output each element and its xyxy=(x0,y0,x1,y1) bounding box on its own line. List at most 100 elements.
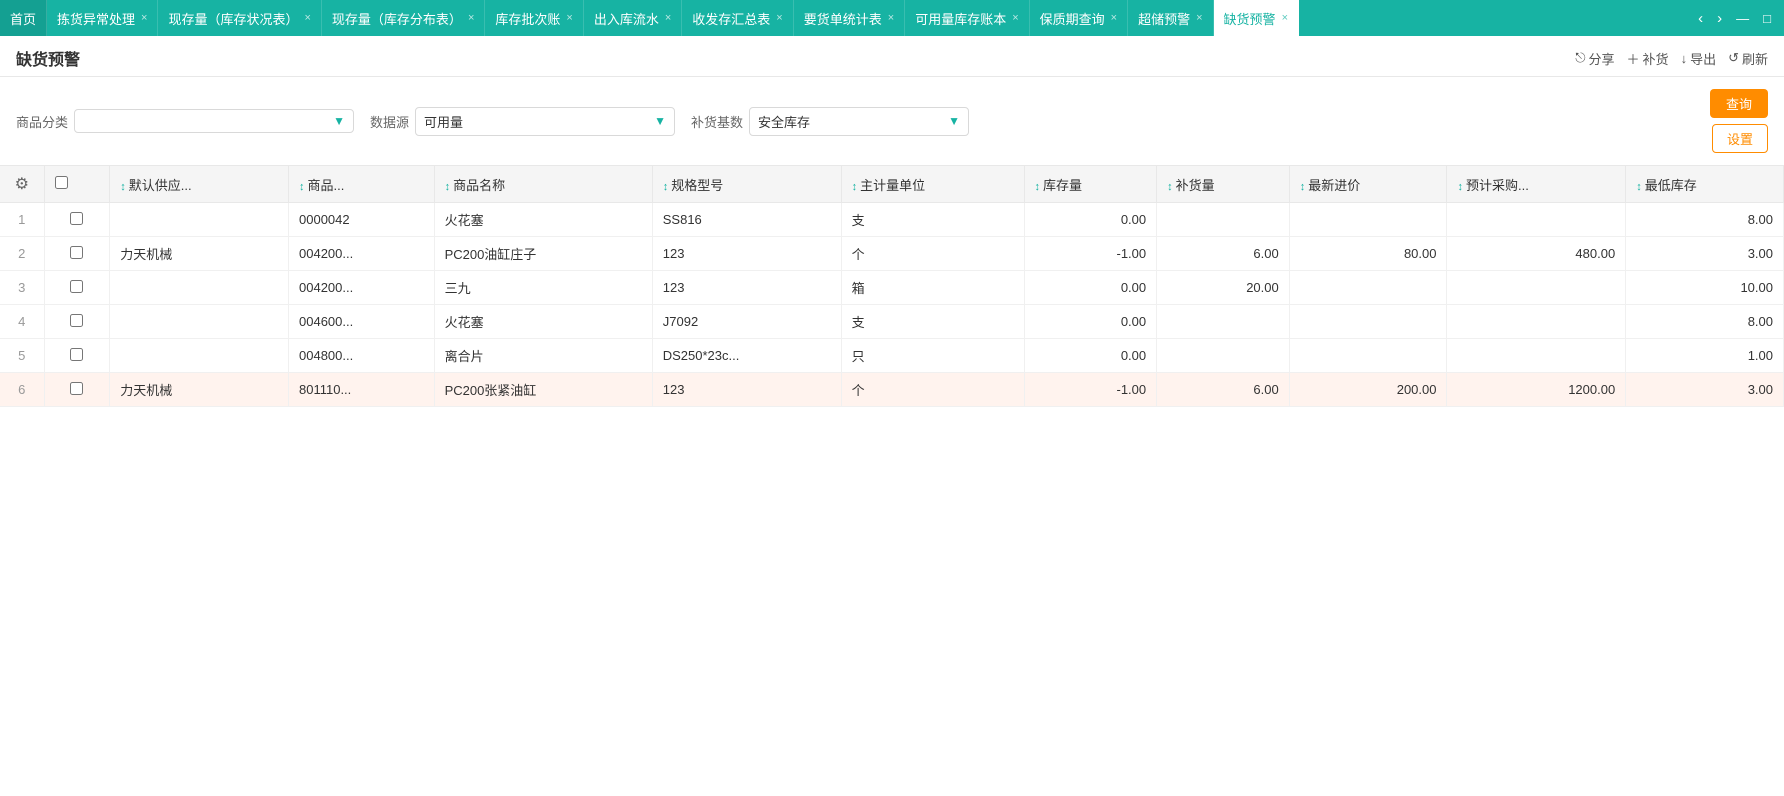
page-title: 缺货预警 xyxy=(16,46,80,70)
cell-spec: DS250*23c... xyxy=(652,339,841,373)
row-checkbox[interactable] xyxy=(70,348,83,361)
row-checkbox[interactable] xyxy=(70,382,83,395)
nav-item[interactable]: 收发存汇总表× xyxy=(682,0,793,36)
cell-spec: SS816 xyxy=(652,203,841,237)
nav-next-button[interactable]: › xyxy=(1712,8,1727,29)
col-header-name[interactable]: ↕商品名称 xyxy=(434,166,652,203)
query-button[interactable]: 查询 xyxy=(1710,89,1768,118)
cell-unit: 支 xyxy=(841,305,1024,339)
category-select[interactable]: ▼ xyxy=(74,109,354,133)
table-row: 3004200...三九123箱0.0020.0010.00 xyxy=(0,271,1784,305)
col-header-code[interactable]: ↕商品... xyxy=(289,166,435,203)
replenish-base-dropdown-icon: ▼ xyxy=(948,114,960,128)
close-icon[interactable]: × xyxy=(1282,12,1288,24)
close-icon[interactable]: × xyxy=(1196,12,1202,24)
nav-minimize-button[interactable]: — xyxy=(1731,9,1754,28)
cell-unit: 个 xyxy=(841,237,1024,271)
sort-icon: ↕ xyxy=(1636,181,1642,193)
col-header-spec[interactable]: ↕规格型号 xyxy=(652,166,841,203)
cell-name: 火花塞 xyxy=(434,203,652,237)
sort-icon: ↕ xyxy=(1457,181,1463,193)
close-icon[interactable]: × xyxy=(566,12,572,24)
settings-button[interactable]: 设置 xyxy=(1712,124,1768,153)
close-icon[interactable]: × xyxy=(888,12,894,24)
datasource-dropdown-icon: ▼ xyxy=(654,114,666,128)
nav-item[interactable]: 现存量（库存分布表）× xyxy=(322,0,485,36)
cell-unit: 只 xyxy=(841,339,1024,373)
cell-latest_price xyxy=(1289,339,1447,373)
export-button[interactable]: ↓ 导出 xyxy=(1681,49,1717,68)
replenish-base-filter-group: 补货基数 安全库存 ▼ xyxy=(691,107,969,136)
nav-item[interactable]: 要货单统计表× xyxy=(794,0,905,36)
nav-bar: 首页拣货异常处理×现存量（库存状况表）×现存量（库存分布表）×库存批次账×出入库… xyxy=(0,0,1784,36)
col-header-latest_price[interactable]: ↕最新进价 xyxy=(1289,166,1447,203)
col-header-supplier[interactable]: ↕默认供应... xyxy=(110,166,289,203)
nav-item[interactable]: 可用量库存账本× xyxy=(905,0,1029,36)
replenish-button[interactable]: ＋ 补货 xyxy=(1627,49,1669,68)
cell-code: 004800... xyxy=(289,339,435,373)
cell-replenish: 6.00 xyxy=(1157,373,1290,407)
nav-item[interactable]: 库存批次账× xyxy=(485,0,583,36)
nav-item[interactable]: 缺货预警× xyxy=(1214,0,1299,36)
cell-min_stock: 3.00 xyxy=(1626,237,1784,271)
row-checkbox-cell[interactable] xyxy=(44,203,110,237)
category-dropdown-icon: ▼ xyxy=(333,114,345,128)
cell-latest_price xyxy=(1289,271,1447,305)
nav-item[interactable]: 保质期查询× xyxy=(1030,0,1128,36)
sort-icon: ↕ xyxy=(299,181,305,193)
close-icon[interactable]: × xyxy=(1012,12,1018,24)
replenish-base-select[interactable]: 安全库存 ▼ xyxy=(749,107,969,136)
close-icon[interactable]: × xyxy=(141,12,147,24)
row-checkbox[interactable] xyxy=(70,212,83,225)
cell-replenish xyxy=(1157,305,1290,339)
row-checkbox[interactable] xyxy=(70,246,83,259)
col-header-est_purchase[interactable]: ↕预计采购... xyxy=(1447,166,1626,203)
col-header-min_stock[interactable]: ↕最低库存 xyxy=(1626,166,1784,203)
datasource-value: 可用量 xyxy=(424,112,463,131)
column-settings-button[interactable]: ⚙ xyxy=(15,174,29,194)
cell-replenish xyxy=(1157,203,1290,237)
col-header-replenish[interactable]: ↕补货量 xyxy=(1157,166,1290,203)
cell-latest_price xyxy=(1289,203,1447,237)
nav-item[interactable]: 首页 xyxy=(0,0,47,36)
sort-icon: ↕ xyxy=(120,181,126,193)
cell-spec: 123 xyxy=(652,373,841,407)
row-number: 3 xyxy=(0,271,44,305)
col-header-unit[interactable]: ↕主计量单位 xyxy=(841,166,1024,203)
row-checkbox[interactable] xyxy=(70,280,83,293)
data-table: ⚙↕默认供应...↕商品...↕商品名称↕规格型号↕主计量单位↕库存量↕补货量↕… xyxy=(0,165,1784,407)
row-checkbox-cell[interactable] xyxy=(44,271,110,305)
cell-spec: 123 xyxy=(652,237,841,271)
col-header-stock[interactable]: ↕库存量 xyxy=(1024,166,1157,203)
nav-item[interactable]: 超储预警× xyxy=(1128,0,1213,36)
nav-maximize-button[interactable]: □ xyxy=(1758,9,1776,28)
nav-item[interactable]: 出入库流水× xyxy=(584,0,682,36)
table-row: 2力天机械004200...PC200油缸庄子123个-1.006.0080.0… xyxy=(0,237,1784,271)
cell-name: PC200张紧油缸 xyxy=(434,373,652,407)
close-icon[interactable]: × xyxy=(665,12,671,24)
row-checkbox[interactable] xyxy=(70,314,83,327)
cell-est_purchase: 480.00 xyxy=(1447,237,1626,271)
select-all-checkbox[interactable] xyxy=(55,176,68,189)
row-checkbox-cell[interactable] xyxy=(44,373,110,407)
datasource-label: 数据源 xyxy=(370,112,409,131)
close-icon[interactable]: × xyxy=(776,12,782,24)
close-icon[interactable]: × xyxy=(304,12,310,24)
cell-spec: 123 xyxy=(652,271,841,305)
row-checkbox-cell[interactable] xyxy=(44,339,110,373)
row-checkbox-cell[interactable] xyxy=(44,305,110,339)
close-icon[interactable]: × xyxy=(468,12,474,24)
cell-latest_price xyxy=(1289,305,1447,339)
cell-supplier xyxy=(110,271,289,305)
close-icon[interactable]: × xyxy=(1111,12,1117,24)
nav-item[interactable]: 拣货异常处理× xyxy=(47,0,158,36)
nav-item[interactable]: 现存量（库存状况表）× xyxy=(158,0,321,36)
share-button[interactable]: ⎋ 分享 xyxy=(1575,49,1614,68)
cell-supplier xyxy=(110,339,289,373)
datasource-select[interactable]: 可用量 ▼ xyxy=(415,107,675,136)
nav-prev-button[interactable]: ‹ xyxy=(1693,8,1708,29)
row-number: 2 xyxy=(0,237,44,271)
cell-spec: J7092 xyxy=(652,305,841,339)
refresh-button[interactable]: ↺ 刷新 xyxy=(1728,49,1768,68)
row-checkbox-cell[interactable] xyxy=(44,237,110,271)
